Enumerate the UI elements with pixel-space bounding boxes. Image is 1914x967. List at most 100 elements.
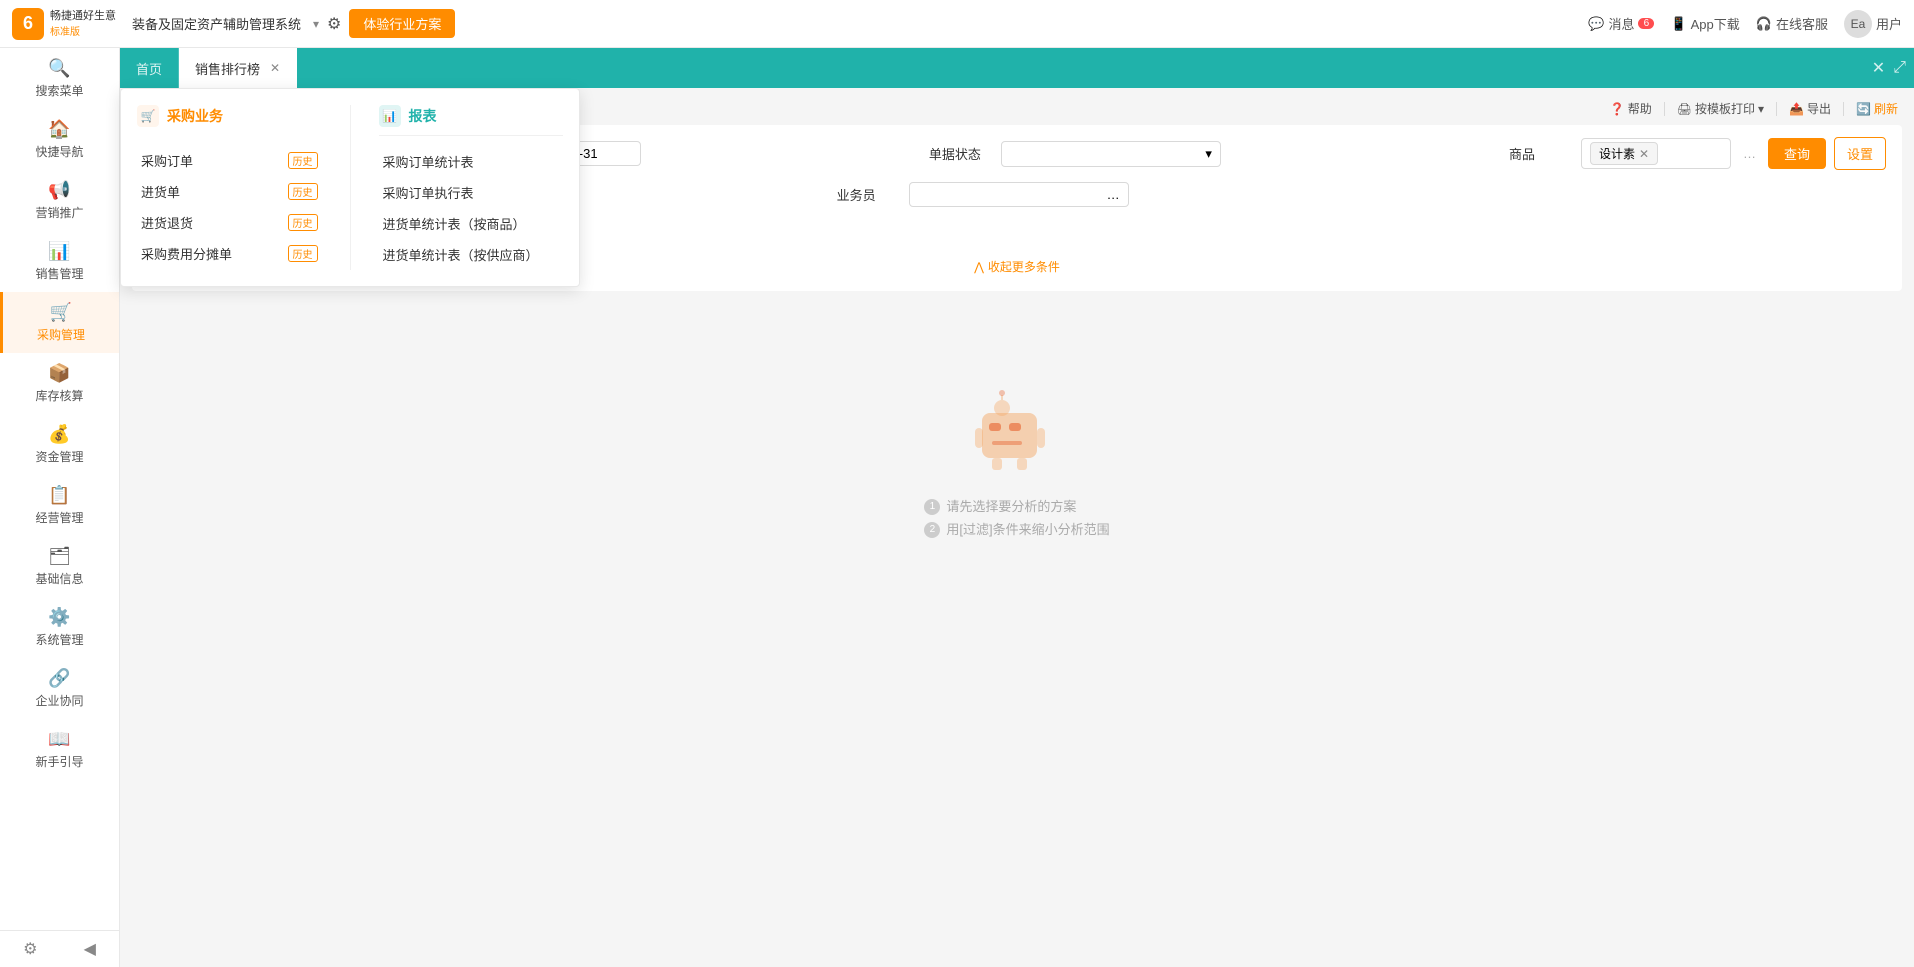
salesperson-more-icon: … — [1107, 187, 1120, 202]
sidebar-item-finance[interactable]: 💰 资金管理 — [0, 414, 119, 475]
salesperson-select[interactable]: … — [909, 182, 1129, 207]
settings-icon[interactable]: ⚙ — [327, 14, 341, 34]
header-center: 装备及固定资产辅助管理系统 ▾ ⚙ 体验行业方案 — [132, 9, 1588, 38]
salesperson-label: 业务员 — [837, 185, 897, 204]
sidebar-label-finance: 资金管理 — [35, 448, 83, 465]
sidebar-label-search: 搜索菜单 — [35, 82, 83, 99]
sidebar-item-marketing[interactable]: 📢 营销推广 — [0, 170, 119, 231]
goods-receipt-stat-supplier-label: 进货单统计表（按供应商） — [383, 245, 539, 264]
sidebar-label-marketing: 营销推广 — [35, 204, 83, 221]
sidebar-item-purchase[interactable]: 🛒 采购管理 — [0, 292, 119, 353]
sales-icon: 📊 — [48, 241, 70, 262]
header-right: 💬 消息 6 📱 App下载 🎧 在线客服 Ea 用户 — [1588, 10, 1902, 38]
query-button[interactable]: 查询 — [1768, 138, 1826, 169]
online-service-button[interactable]: 🎧 在线客服 — [1756, 14, 1828, 33]
report-col-label: 报表 — [409, 106, 437, 126]
refresh-button[interactable]: 🔄 刷新 — [1856, 100, 1898, 117]
sidebar-label-system: 系统管理 — [35, 631, 83, 648]
report-col-icon: 📊 — [379, 105, 401, 127]
purchase-col-icon: 🛒 — [137, 105, 159, 127]
user-menu-button[interactable]: Ea 用户 — [1844, 10, 1902, 38]
dropdown-purchase-order-stat[interactable]: 采购订单统计表 — [379, 146, 564, 177]
dropdown-purchase-expense[interactable]: 采购费用分摊单 历史 — [137, 238, 322, 269]
tab-home[interactable]: 首页 — [120, 48, 179, 88]
goods-more-icon[interactable]: … — [1743, 146, 1756, 161]
guide-icon: 📖 — [48, 729, 70, 750]
system-name: 装备及固定资产辅助管理系统 — [132, 14, 301, 33]
sidebar-item-guide[interactable]: 📖 新手引导 — [0, 719, 119, 780]
purchase-order-label: 采购订单 — [141, 151, 193, 170]
purchase-expense-label: 采购费用分摊单 — [141, 244, 232, 263]
sidebar-item-search[interactable]: 🔍 搜索菜单 — [0, 48, 119, 109]
empty-state: 1 请先选择要分析的方案 2 用[过滤]条件来缩小分析范围 — [132, 303, 1902, 622]
sidebar-item-basic[interactable]: 🗂 基础信息 — [0, 536, 119, 597]
sidebar-item-operations[interactable]: 📋 经营管理 — [0, 475, 119, 536]
sidebar-item-sales[interactable]: 📊 销售管理 — [0, 231, 119, 292]
goods-receipt-hist-badge: 历史 — [288, 183, 318, 200]
home-icon: 🏠 — [48, 119, 70, 140]
toolbar-divider3 — [1843, 102, 1844, 116]
refresh-label: 刷新 — [1874, 100, 1898, 117]
sidebar-label-operations: 经营管理 — [35, 509, 83, 526]
message-button[interactable]: 💬 消息 6 — [1588, 14, 1654, 33]
enterprise-icon: 🔗 — [48, 668, 70, 689]
goods-filter: 设计素 ✕ — [1581, 138, 1731, 169]
sidebar-settings-icon[interactable]: ⚙ — [23, 939, 37, 959]
print-icon: 🖨 — [1677, 102, 1692, 116]
dropdown-separator — [350, 105, 351, 270]
print-template-button[interactable]: 🖨 按模板打印 ▾ — [1677, 100, 1764, 117]
sidebar-label-quick-nav: 快捷导航 — [35, 143, 83, 160]
hint-num-1: 1 — [924, 499, 940, 515]
dropdown-goods-receipt-stat-supplier[interactable]: 进货单统计表（按供应商） — [379, 239, 564, 270]
dropdown-purchase-order-exec[interactable]: 采购订单执行表 — [379, 177, 564, 208]
goods-tag[interactable]: 设计素 ✕ — [1590, 142, 1658, 165]
filter-actions: 查询 设置 — [1768, 137, 1886, 170]
tab-close-icon[interactable]: ✕ — [270, 61, 280, 75]
sidebar-label-purchase: 采购管理 — [37, 326, 85, 343]
system-dropdown-icon[interactable]: ▾ — [313, 17, 319, 31]
phone-icon: 📱 — [1670, 16, 1686, 32]
logo-area: 6 畅捷通好生意 标准版 — [12, 8, 132, 40]
goods-tag-close-icon[interactable]: ✕ — [1639, 147, 1649, 161]
empty-robot-svg — [967, 383, 1067, 483]
sidebar-bottom: ⚙ ◀ — [0, 930, 119, 967]
tab-close-all-icon[interactable]: ✕ — [1872, 58, 1885, 78]
purchase-dropdown-menu: 🛒 采购业务 采购订单 历史 进货单 历史 进货退货 历史 采购费用分摊单 历史… — [120, 88, 580, 287]
help-label: 帮助 — [1628, 100, 1652, 117]
settings-button[interactable]: 设置 — [1834, 137, 1886, 170]
purchase-col-label: 采购业务 — [167, 106, 223, 126]
search-icon: 🔍 — [48, 58, 70, 79]
empty-illustration — [967, 383, 1067, 483]
export-label: 导出 — [1807, 100, 1831, 117]
export-button[interactable]: 📤 导出 — [1789, 100, 1831, 117]
dropdown-goods-receipt[interactable]: 进货单 历史 — [137, 176, 322, 207]
voucher-status-select[interactable]: ▾ — [1001, 141, 1221, 167]
inventory-icon: 📦 — [48, 363, 70, 384]
tab-sales-ranking[interactable]: 销售排行榜 ✕ — [179, 48, 297, 88]
goods-receipt-stat-goods-label: 进货单统计表（按商品） — [383, 214, 526, 233]
sidebar-collapse-icon[interactable]: ◀ — [84, 939, 96, 959]
purchase-order-hist-badge: 历史 — [288, 152, 318, 169]
dropdown-purchase-order[interactable]: 采购订单 历史 — [137, 145, 322, 176]
goods-tag-text: 设计素 — [1599, 145, 1635, 162]
hint-text-1: 请先选择要分析的方案 — [946, 495, 1076, 518]
dropdown-goods-receipt-stat-goods[interactable]: 进货单统计表（按商品） — [379, 208, 564, 239]
tab-bar: 首页 销售排行榜 ✕ ✕ ⤢ — [120, 48, 1914, 88]
dropdown-goods-return[interactable]: 进货退货 历史 — [137, 207, 322, 238]
report-col: 📊 报表 采购订单统计表 采购订单执行表 进货单统计表（按商品） 进货单统计表（… — [379, 105, 564, 270]
purchase-col-title: 🛒 采购业务 — [137, 105, 322, 131]
sidebar-item-inventory[interactable]: 📦 库存核算 — [0, 353, 119, 414]
sidebar-label-enterprise: 企业协同 — [35, 692, 83, 709]
export-icon: 📤 — [1789, 102, 1804, 116]
help-button[interactable]: ❓ 帮助 — [1610, 100, 1652, 117]
tab-maximize-icon[interactable]: ⤢ — [1893, 59, 1906, 77]
app-download-button[interactable]: 📱 App下载 — [1670, 14, 1739, 33]
industry-plan-button[interactable]: 体验行业方案 — [349, 9, 455, 38]
tab-bar-right: ✕ ⤢ — [1864, 48, 1914, 88]
sidebar-item-quick-nav[interactable]: 🏠 快捷导航 — [0, 109, 119, 170]
marketing-icon: 📢 — [48, 180, 70, 201]
sidebar-item-enterprise[interactable]: 🔗 企业协同 — [0, 658, 119, 719]
refresh-icon: 🔄 — [1856, 102, 1871, 116]
sidebar-label-sales: 销售管理 — [35, 265, 83, 282]
sidebar-item-system[interactable]: ⚙️ 系统管理 — [0, 597, 119, 658]
